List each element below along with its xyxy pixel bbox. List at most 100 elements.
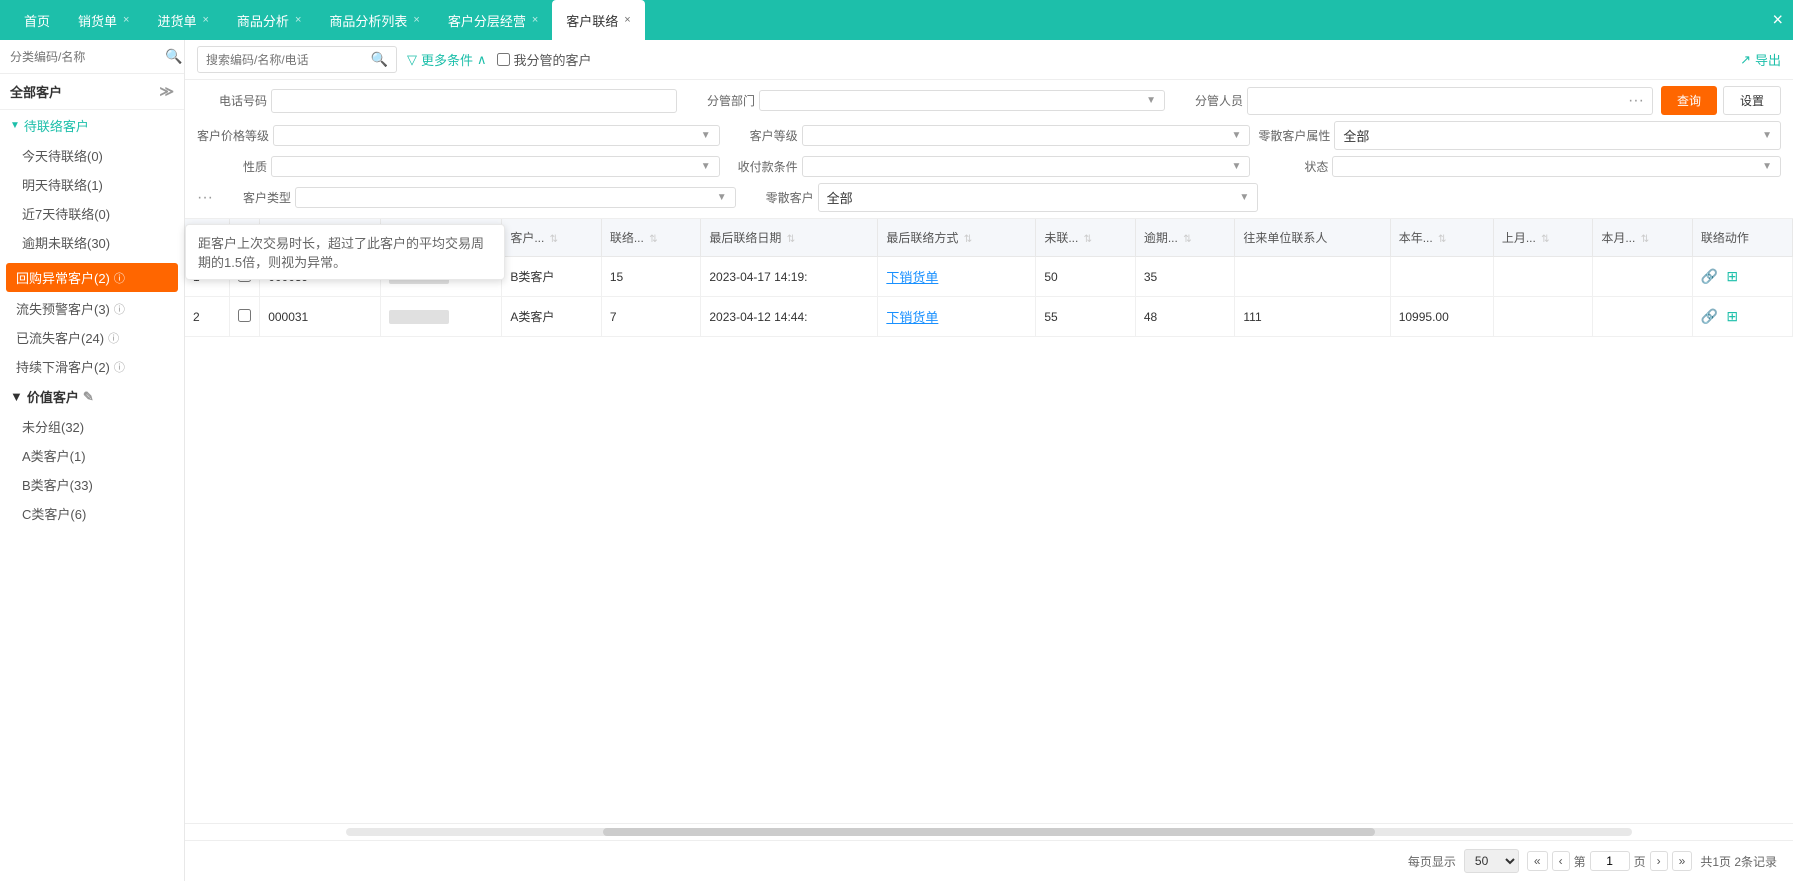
row2-grid-icon[interactable]: ⊞ <box>1726 308 1738 325</box>
nav-customer-contact[interactable]: 客户联络 × <box>552 0 644 40</box>
window-close-button[interactable]: × <box>1772 10 1783 31</box>
nav-purchase-order[interactable]: 进货单 × <box>143 0 222 40</box>
prev-page-button[interactable]: ‹ <box>1552 851 1570 871</box>
nav-home[interactable]: 首页 <box>10 0 64 40</box>
group-edit-icon[interactable]: ✎ <box>83 389 94 405</box>
filter-row-4: ··· 客户类型 ▼ 零散客户 全部 ▼ <box>197 183 1781 212</box>
close-sales-order-icon[interactable]: × <box>123 14 129 26</box>
department-select[interactable]: ▼ <box>759 90 1165 111</box>
status-select[interactable]: ▼ <box>1332 156 1781 177</box>
contact-person-column-header[interactable]: 往来单位联系人 <box>1235 219 1390 257</box>
uncontacted-sort-icon: ⇅ <box>1084 234 1092 245</box>
next-page-button[interactable]: › <box>1650 851 1668 871</box>
close-product-analysis-list-icon[interactable]: × <box>413 14 419 26</box>
search-icon[interactable]: 🔍 <box>371 51 388 68</box>
sidebar-item-repurchase-anomaly[interactable]: 回购异常客户(2) ⓘ <box>6 263 178 292</box>
row2-checkbox[interactable] <box>238 309 251 322</box>
sidebar-collapse-icon[interactable]: ≫ <box>159 83 174 100</box>
page-prefix-label: 第 <box>1574 853 1586 870</box>
sidebar-item-today[interactable]: 今天待联络(0) <box>0 141 184 170</box>
nav-customer-segmentation[interactable]: 客户分层经营 × <box>434 0 552 40</box>
row1-link-icon[interactable]: 🔗 <box>1701 268 1718 285</box>
search-input[interactable] <box>206 53 371 67</box>
retail-attr-label: 零散客户属性 <box>1258 127 1330 144</box>
row2-code: 000031 <box>260 297 381 337</box>
export-button[interactable]: ↗ 导出 <box>1740 50 1781 69</box>
phone-input[interactable] <box>271 89 677 113</box>
my-customers-checkbox-container[interactable]: 我分管的客户 <box>497 50 592 69</box>
uncontacted-column-header[interactable]: 未联... ⇅ <box>1036 219 1136 257</box>
retail-attr-select[interactable]: 全部 ▼ <box>1334 121 1781 150</box>
sidebar-item-overdue[interactable]: 逾期未联络(30) <box>0 228 184 257</box>
nav-sales-order[interactable]: 销货单 × <box>64 0 143 40</box>
filter-status-field: 状态 ▼ <box>1258 156 1781 177</box>
sidebar-item-class-b[interactable]: B类客户(33) <box>0 470 184 499</box>
status-caret-icon: ▼ <box>1762 161 1772 172</box>
row1-this-month <box>1593 257 1693 297</box>
nav-product-analysis-list[interactable]: 商品分析列表 × <box>315 0 433 40</box>
row2-uncontacted: 55 <box>1036 297 1136 337</box>
scroll-thumb[interactable] <box>603 828 1375 836</box>
more-conditions-button[interactable]: ▽ 更多条件 ∧ <box>407 50 487 69</box>
price-level-select[interactable]: ▼ <box>273 125 720 146</box>
customer-type-select[interactable]: ▼ <box>295 187 736 208</box>
close-purchase-order-icon[interactable]: × <box>202 14 208 26</box>
sidebar-item-class-c[interactable]: C类客户(6) <box>0 499 184 528</box>
query-button[interactable]: 查询 <box>1661 86 1717 115</box>
retail-customer-select[interactable]: 全部 ▼ <box>818 183 1259 212</box>
customer-type-caret-icon: ▼ <box>717 192 727 203</box>
overdue-column-header[interactable]: 逾期... ⇅ <box>1135 219 1235 257</box>
row1-last-month <box>1493 257 1593 297</box>
export-icon: ↗ <box>1740 52 1751 68</box>
row1-method-link[interactable]: 下销货单 <box>886 270 938 285</box>
this-month-column-header[interactable]: 本月... ⇅ <box>1593 219 1693 257</box>
sidebar-item-7days[interactable]: 近7天待联络(0) <box>0 199 184 228</box>
sidebar-item-class-a[interactable]: A类客户(1) <box>0 441 184 470</box>
nav-product-analysis[interactable]: 商品分析 × <box>223 0 315 40</box>
manager-dots-icon[interactable]: ··· <box>1628 92 1644 110</box>
this-year-column-header[interactable]: 本年... ⇅ <box>1390 219 1493 257</box>
main-layout: 🔍 全部客户 ≫ ▼ 待联络客户 今天待联络(0) 明天待联络(1) 近7天待联… <box>0 40 1793 881</box>
sidebar-search-icon[interactable]: 🔍 <box>165 48 182 65</box>
extra-dots-icon[interactable]: ··· <box>197 189 213 207</box>
my-customers-checkbox[interactable] <box>497 53 510 66</box>
row1-grid-icon[interactable]: ⊞ <box>1726 268 1738 285</box>
sidebar-item-tomorrow[interactable]: 明天待联络(1) <box>0 170 184 199</box>
sidebar-item-churned[interactable]: 已流失客户(24) ⓘ <box>0 323 184 352</box>
price-level-caret-icon: ▼ <box>701 130 711 141</box>
last-contact-method-column-header[interactable]: 最后联络方式 ⇅ <box>878 219 1036 257</box>
last-page-button[interactable]: » <box>1672 851 1693 871</box>
close-product-analysis-icon[interactable]: × <box>295 14 301 26</box>
horizontal-scrollbar[interactable] <box>185 823 1793 840</box>
sidebar-item-ungrouped[interactable]: 未分组(32) <box>0 412 184 441</box>
last-month-column-header[interactable]: 上月... ⇅ <box>1493 219 1593 257</box>
settings-button[interactable]: 设置 <box>1723 86 1781 115</box>
row2-last-contact-date: 2023-04-12 14:44: <box>701 297 878 337</box>
pending-contact-section[interactable]: ▼ 待联络客户 <box>0 110 184 141</box>
last-contact-date-column-header[interactable]: 最后联络日期 ⇅ <box>701 219 878 257</box>
tooltip-repurchase-anomaly: 距客户上次交易时长，超过了此客户的平均交易周期的1.5倍，则视为异常。 <box>185 224 505 280</box>
page-number-input[interactable] <box>1590 851 1630 871</box>
row1-this-year <box>1390 257 1493 297</box>
close-customer-segmentation-icon[interactable]: × <box>532 14 538 26</box>
per-page-select[interactable]: 50 100 <box>1464 849 1519 873</box>
contact-count-sort-icon: ⇅ <box>649 234 657 245</box>
manager-select[interactable]: ··· <box>1247 87 1653 115</box>
pay-terms-select[interactable]: ▼ <box>802 156 1251 177</box>
last-contact-date-sort-icon: ⇅ <box>787 234 795 245</box>
level-column-header[interactable]: 客户... ⇅ <box>502 219 602 257</box>
sidebar-item-churn-warning[interactable]: 流失预警客户(3) ⓘ <box>0 294 184 323</box>
value-customer-group-header[interactable]: ▼ 价值客户 ✎ <box>0 381 184 412</box>
info-icon-churn-warning: ⓘ <box>114 301 125 317</box>
contact-count-column-header[interactable]: 联络... ⇅ <box>601 219 701 257</box>
gender-select[interactable]: ▼ <box>271 156 720 177</box>
row2-link-icon[interactable]: 🔗 <box>1701 308 1718 325</box>
action-column-header: 联络动作 <box>1692 219 1792 257</box>
sidebar-search-input[interactable] <box>10 50 165 64</box>
chevron-up-icon: ∧ <box>477 52 487 68</box>
customer-level-select[interactable]: ▼ <box>802 125 1251 146</box>
close-customer-contact-icon[interactable]: × <box>624 14 630 26</box>
row2-method-link[interactable]: 下销货单 <box>886 310 938 325</box>
first-page-button[interactable]: « <box>1527 851 1548 871</box>
sidebar-item-declining[interactable]: 持续下滑客户(2) ⓘ <box>0 352 184 381</box>
